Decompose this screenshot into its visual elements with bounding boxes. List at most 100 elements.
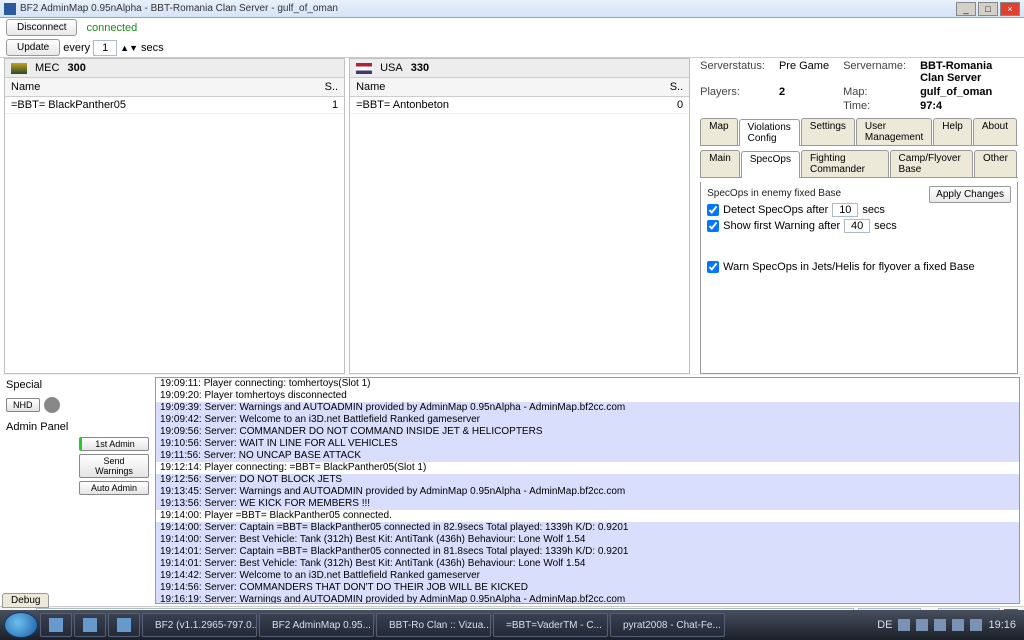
log-line[interactable]: 19:09:56: Server: COMMANDER DO NOT COMMA… bbox=[156, 426, 1019, 438]
app-icon bbox=[83, 618, 97, 632]
tray-icon[interactable] bbox=[934, 619, 946, 631]
tabs-row-2: MainSpecOpsFighting CommanderCamp/Flyove… bbox=[700, 150, 1018, 178]
tab-user-management[interactable]: User Management bbox=[856, 118, 932, 145]
time-label: Time: bbox=[843, 100, 906, 112]
servername-label: Servername: bbox=[843, 60, 906, 84]
team-name: USA bbox=[380, 62, 403, 74]
log-line[interactable]: 19:13:45: Server: Warnings and AUTOADMIN… bbox=[156, 486, 1019, 498]
show-warning-checkbox[interactable] bbox=[707, 220, 719, 232]
disconnect-button[interactable]: Disconnect bbox=[6, 19, 77, 36]
col-s[interactable]: S.. bbox=[308, 81, 338, 93]
flag-mec-icon bbox=[11, 63, 27, 74]
log-line[interactable]: 19:14:42: Server: Welcome to an i3D.net … bbox=[156, 570, 1019, 582]
special-panel: Special NHD Admin Panel 1st Admin Send W… bbox=[0, 375, 155, 606]
status-dot-icon bbox=[44, 397, 60, 413]
apply-changes-button[interactable]: Apply Changes bbox=[929, 186, 1011, 203]
log-line[interactable]: 19:14:00: Server: Best Vehicle: Tank (31… bbox=[156, 534, 1019, 546]
players-value: 2 bbox=[779, 86, 829, 98]
log-line[interactable]: 19:12:56: Server: DO NOT BLOCK JETS bbox=[156, 474, 1019, 486]
tray-icon[interactable] bbox=[970, 619, 982, 631]
first-admin-button[interactable]: 1st Admin bbox=[79, 437, 149, 451]
update-button[interactable]: Update bbox=[6, 39, 60, 56]
warning-label: Show first Warning after bbox=[723, 220, 840, 232]
status-value: Pre Game bbox=[779, 60, 829, 84]
team-score: 300 bbox=[67, 62, 85, 74]
servername-value: BBT-Romania Clan Server bbox=[920, 60, 1018, 84]
flag-usa-icon bbox=[356, 63, 372, 74]
player-row[interactable]: =BBT= Antonbeton 0 bbox=[350, 97, 689, 114]
nhd-button[interactable]: NHD bbox=[6, 398, 40, 412]
maximize-button[interactable]: □ bbox=[978, 2, 998, 16]
send-warnings-button[interactable]: Send Warnings bbox=[79, 454, 149, 478]
team-score: 330 bbox=[411, 62, 429, 74]
window-title: BF2 AdminMap 0.95nAlpha - BBT-Romania Cl… bbox=[20, 3, 338, 14]
log-line[interactable]: 19:13:56: Server: WE KICK FOR MEMBERS !!… bbox=[156, 498, 1019, 510]
warning-secs-input[interactable] bbox=[844, 219, 870, 233]
detect-secs-input[interactable] bbox=[832, 203, 858, 217]
subtab-main[interactable]: Main bbox=[700, 150, 740, 177]
subtab-specops[interactable]: SpecOps bbox=[741, 151, 800, 178]
log-line[interactable]: 19:14:00: Server: Captain =BBT= BlackPan… bbox=[156, 522, 1019, 534]
col-name[interactable]: Name bbox=[356, 81, 653, 93]
every-label: every bbox=[63, 42, 90, 54]
admin-panel-label: Admin Panel bbox=[6, 421, 149, 433]
auto-admin-button[interactable]: Auto Admin bbox=[79, 481, 149, 495]
tab-violations-config[interactable]: Violations Config bbox=[739, 119, 800, 146]
col-s[interactable]: S.. bbox=[653, 81, 683, 93]
log-panel[interactable]: 19:09:11: Player connecting: tomhertoys(… bbox=[155, 377, 1020, 604]
clock[interactable]: 19:16 bbox=[988, 619, 1016, 631]
tab-about[interactable]: About bbox=[973, 118, 1017, 145]
debug-tab[interactable]: Debug bbox=[2, 593, 49, 608]
taskbar: BF2 (v1.1.2965-797.0...BF2 AdminMap 0.95… bbox=[0, 610, 1024, 640]
close-button[interactable]: × bbox=[1000, 2, 1020, 16]
status-label: Serverstatus: bbox=[700, 60, 765, 84]
log-line[interactable]: 19:14:56: Server: COMMANDERS THAT DON'T … bbox=[156, 582, 1019, 594]
log-line[interactable]: 19:12:14: Player connecting: =BBT= Black… bbox=[156, 462, 1019, 474]
col-name[interactable]: Name bbox=[11, 81, 308, 93]
tab-settings[interactable]: Settings bbox=[801, 118, 855, 145]
log-line[interactable]: 19:09:39: Server: Warnings and AUTOADMIN… bbox=[156, 402, 1019, 414]
taskbar-item[interactable] bbox=[74, 613, 106, 637]
tab-help[interactable]: Help bbox=[933, 118, 972, 145]
taskbar-item[interactable]: pyrat2008 - Chat-Fe... bbox=[610, 613, 725, 637]
player-row[interactable]: =BBT= BlackPanther05 1 bbox=[5, 97, 344, 114]
log-line[interactable]: 19:14:00: Player =BBT= BlackPanther05 co… bbox=[156, 510, 1019, 522]
log-line[interactable]: 19:11:56: Server: NO UNCAP BASE ATTACK bbox=[156, 450, 1019, 462]
team-panel-usa: USA 330 Name S.. =BBT= Antonbeton 0 bbox=[349, 58, 690, 374]
teams-area: MEC 300 Name S.. =BBT= BlackPanther05 1 … bbox=[0, 58, 694, 374]
taskbar-item[interactable] bbox=[40, 613, 72, 637]
taskbar-item[interactable] bbox=[108, 613, 140, 637]
app-icon bbox=[49, 618, 63, 632]
flyover-checkbox[interactable] bbox=[707, 261, 719, 273]
subtab-camp-flyover-base[interactable]: Camp/Flyover Base bbox=[890, 150, 973, 177]
log-line[interactable]: 19:09:11: Player connecting: tomhertoys(… bbox=[156, 378, 1019, 390]
subtab-fighting-commander[interactable]: Fighting Commander bbox=[801, 150, 889, 177]
tab-map[interactable]: Map bbox=[700, 118, 737, 145]
taskbar-item[interactable]: BF2 (v1.1.2965-797.0... bbox=[142, 613, 257, 637]
team-name: MEC bbox=[35, 62, 59, 74]
right-panel: Serverstatus: Pre Game Servername: BBT-R… bbox=[694, 58, 1024, 374]
lang-indicator[interactable]: DE bbox=[877, 619, 892, 631]
specops-config-panel: Apply Changes SpecOps in enemy fixed Bas… bbox=[700, 182, 1018, 374]
taskbar-item[interactable]: =BBT=VaderTM - C... bbox=[493, 613, 608, 637]
secs-label: secs bbox=[141, 42, 164, 54]
tray-icon[interactable] bbox=[916, 619, 928, 631]
detect-specops-checkbox[interactable] bbox=[707, 204, 719, 216]
log-line[interactable]: 19:09:20: Player tomhertoys disconnected bbox=[156, 390, 1019, 402]
log-line[interactable]: 19:09:42: Server: Welcome to an i3D.net … bbox=[156, 414, 1019, 426]
log-line[interactable]: 19:14:01: Server: Captain =BBT= BlackPan… bbox=[156, 546, 1019, 558]
log-line[interactable]: 19:14:01: Server: Best Vehicle: Tank (31… bbox=[156, 558, 1019, 570]
start-button[interactable] bbox=[4, 612, 38, 638]
tray-icon[interactable] bbox=[952, 619, 964, 631]
tray-icon[interactable] bbox=[898, 619, 910, 631]
update-interval-input[interactable] bbox=[93, 40, 117, 56]
subtab-other[interactable]: Other bbox=[974, 150, 1017, 177]
app-icon bbox=[4, 3, 16, 15]
log-line[interactable]: 19:16:19: Server: Warnings and AUTOADMIN… bbox=[156, 594, 1019, 604]
taskbar-item[interactable]: BF2 AdminMap 0.95... bbox=[259, 613, 374, 637]
taskbar-item[interactable]: BBT-Ro Clan :: Vizua... bbox=[376, 613, 491, 637]
minimize-button[interactable]: _ bbox=[956, 2, 976, 16]
flyover-label: Warn SpecOps in Jets/Helis for flyover a… bbox=[723, 261, 974, 273]
log-line[interactable]: 19:10:56: Server: WAIT IN LINE FOR ALL V… bbox=[156, 438, 1019, 450]
toolbar: Disconnect connected Update every ▲▼ sec… bbox=[0, 18, 1024, 58]
